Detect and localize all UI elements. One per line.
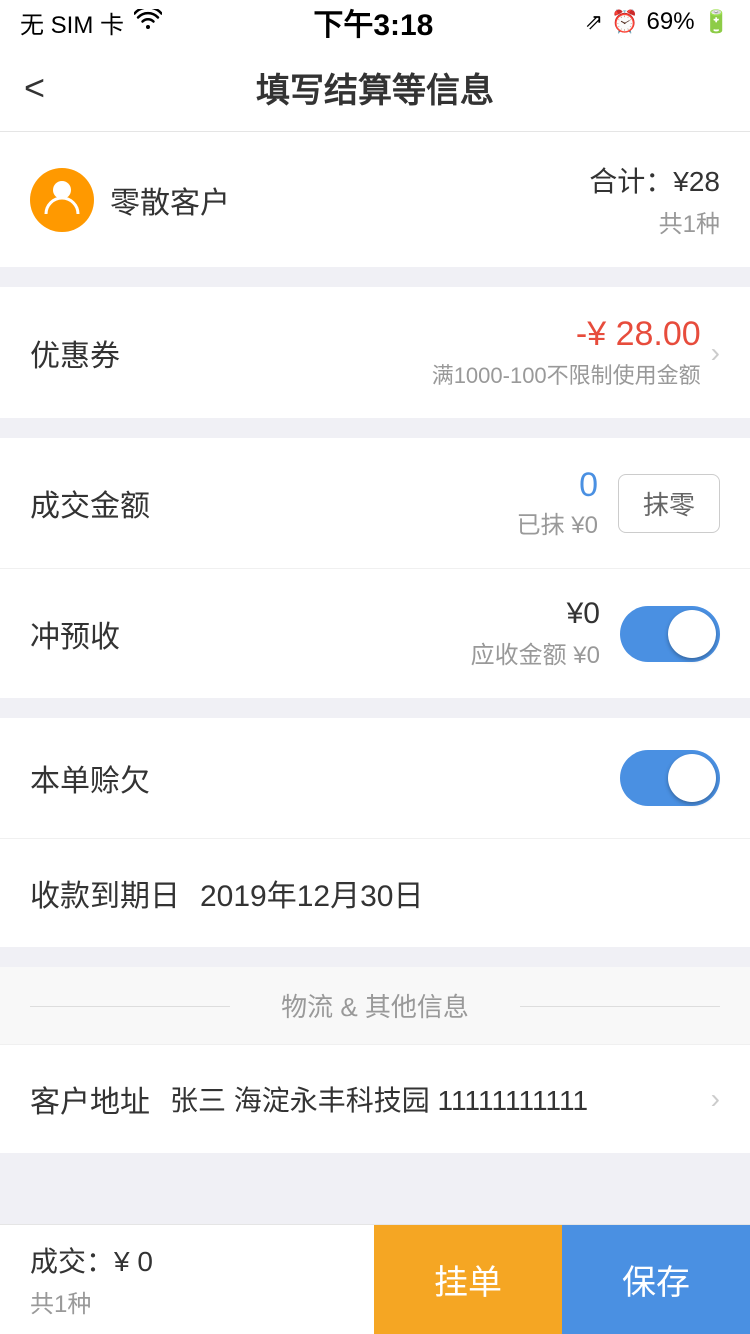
location-icon: ⇗ (585, 9, 603, 35)
prepay-label: 冲预收 (30, 612, 120, 656)
prepay-amount: ¥0 (471, 597, 600, 631)
address-value: 张三 海淀永丰科技园 11111111111 (170, 1079, 711, 1119)
address-row[interactable]: 客户地址 张三 海淀永丰科技园 11111111111 › (0, 1045, 750, 1153)
transaction-section: 成交金额 0 已抹 ¥0 抹零 冲预收 ¥0 应收金额 ¥0 (0, 438, 750, 698)
deal-sub-text: 已抹 ¥0 (517, 505, 598, 540)
prepay-receivable: 应收金额 ¥0 (471, 635, 600, 670)
hold-button[interactable]: 挂单 (374, 1225, 562, 1334)
customer-left: 零散客户 (30, 168, 230, 232)
coupon-section[interactable]: 优惠券 -¥ 28.00 满1000-100不限制使用金额 › (0, 287, 750, 418)
date-value: 2019年12月30日 (200, 871, 423, 915)
customer-total: 合计：¥28 (589, 160, 720, 200)
debt-row: 本单赊欠 (0, 718, 750, 839)
nav-bar: < 填写结算等信息 (0, 44, 750, 132)
coupon-desc: 满1000-100不限制使用金额 (432, 358, 701, 390)
coupon-right: -¥ 28.00 满1000-100不限制使用金额 › (432, 315, 720, 390)
bottom-deal-value: ¥ 0 (114, 1246, 153, 1277)
person-icon (42, 176, 82, 223)
status-bar: 无 SIM 卡 下午3:18 ⇗ ⏰ 69% 🔋 (0, 0, 750, 44)
bottom-deal-label: 成交： (30, 1246, 114, 1277)
page-title: 填写结算等信息 (256, 63, 494, 112)
customer-count: 共1种 (589, 204, 720, 239)
prepay-value-block: ¥0 应收金额 ¥0 (471, 597, 600, 670)
bottom-count: 共1种 (30, 1284, 344, 1319)
bottom-deal: 成交：¥ 0 (30, 1240, 344, 1280)
deal-label: 成交金额 (30, 481, 150, 525)
coupon-value-block: -¥ 28.00 满1000-100不限制使用金额 (432, 315, 701, 390)
back-button[interactable]: < (24, 67, 45, 109)
deal-right: 0 已抹 ¥0 抹零 (517, 466, 720, 540)
debt-toggle[interactable] (620, 750, 720, 806)
debt-section: 本单赊欠 收款到期日 2019年12月30日 (0, 718, 750, 947)
prepay-row: 冲预收 ¥0 应收金额 ¥0 (0, 569, 750, 698)
battery-icon: 🔋 (703, 9, 730, 35)
alarm-icon: ⏰ (611, 9, 638, 35)
logistics-title: 物流 & 其他信息 (265, 987, 485, 1024)
save-button[interactable]: 保存 (562, 1225, 750, 1334)
wifi-icon (134, 8, 162, 36)
status-right: ⇗ ⏰ 69% 🔋 (585, 8, 730, 36)
prepay-left: 冲预收 (30, 612, 120, 656)
deal-value: 0 (517, 466, 598, 505)
bottom-bar: 成交：¥ 0 共1种 挂单 保存 (0, 1224, 750, 1334)
address-chevron-icon: › (711, 1083, 720, 1115)
status-time: 下午3:18 (313, 0, 433, 44)
status-left: 无 SIM 卡 (20, 5, 162, 40)
round-off-button[interactable]: 抹零 (618, 474, 720, 533)
deal-row: 成交金额 0 已抹 ¥0 抹零 (0, 438, 750, 569)
customer-row: 零散客户 合计：¥28 共1种 (0, 132, 750, 267)
bottom-info: 成交：¥ 0 共1种 (0, 1240, 374, 1319)
coupon-row[interactable]: 优惠券 -¥ 28.00 满1000-100不限制使用金额 › (0, 287, 750, 418)
address-label: 客户地址 (30, 1077, 150, 1121)
carrier-text: 无 SIM 卡 (20, 5, 124, 40)
date-row: 收款到期日 2019年12月30日 (0, 839, 750, 947)
customer-name: 零散客户 (110, 178, 230, 222)
debt-label: 本单赊欠 (30, 756, 150, 800)
coupon-label: 优惠券 (30, 331, 120, 375)
logistics-section: 物流 & 其他信息 客户地址 张三 海淀永丰科技园 11111111111 › (0, 967, 750, 1153)
date-label: 收款到期日 (30, 871, 180, 915)
battery-text: 69% (647, 8, 695, 36)
avatar (30, 168, 94, 232)
coupon-amount: -¥ 28.00 (432, 315, 701, 354)
prepay-right: ¥0 应收金额 ¥0 (471, 597, 720, 670)
logistics-header: 物流 & 其他信息 (0, 967, 750, 1045)
chevron-right-icon: › (711, 337, 720, 369)
prepay-toggle[interactable] (620, 606, 720, 662)
customer-right: 合计：¥28 共1种 (589, 160, 720, 239)
customer-section: 零散客户 合计：¥28 共1种 (0, 132, 750, 267)
